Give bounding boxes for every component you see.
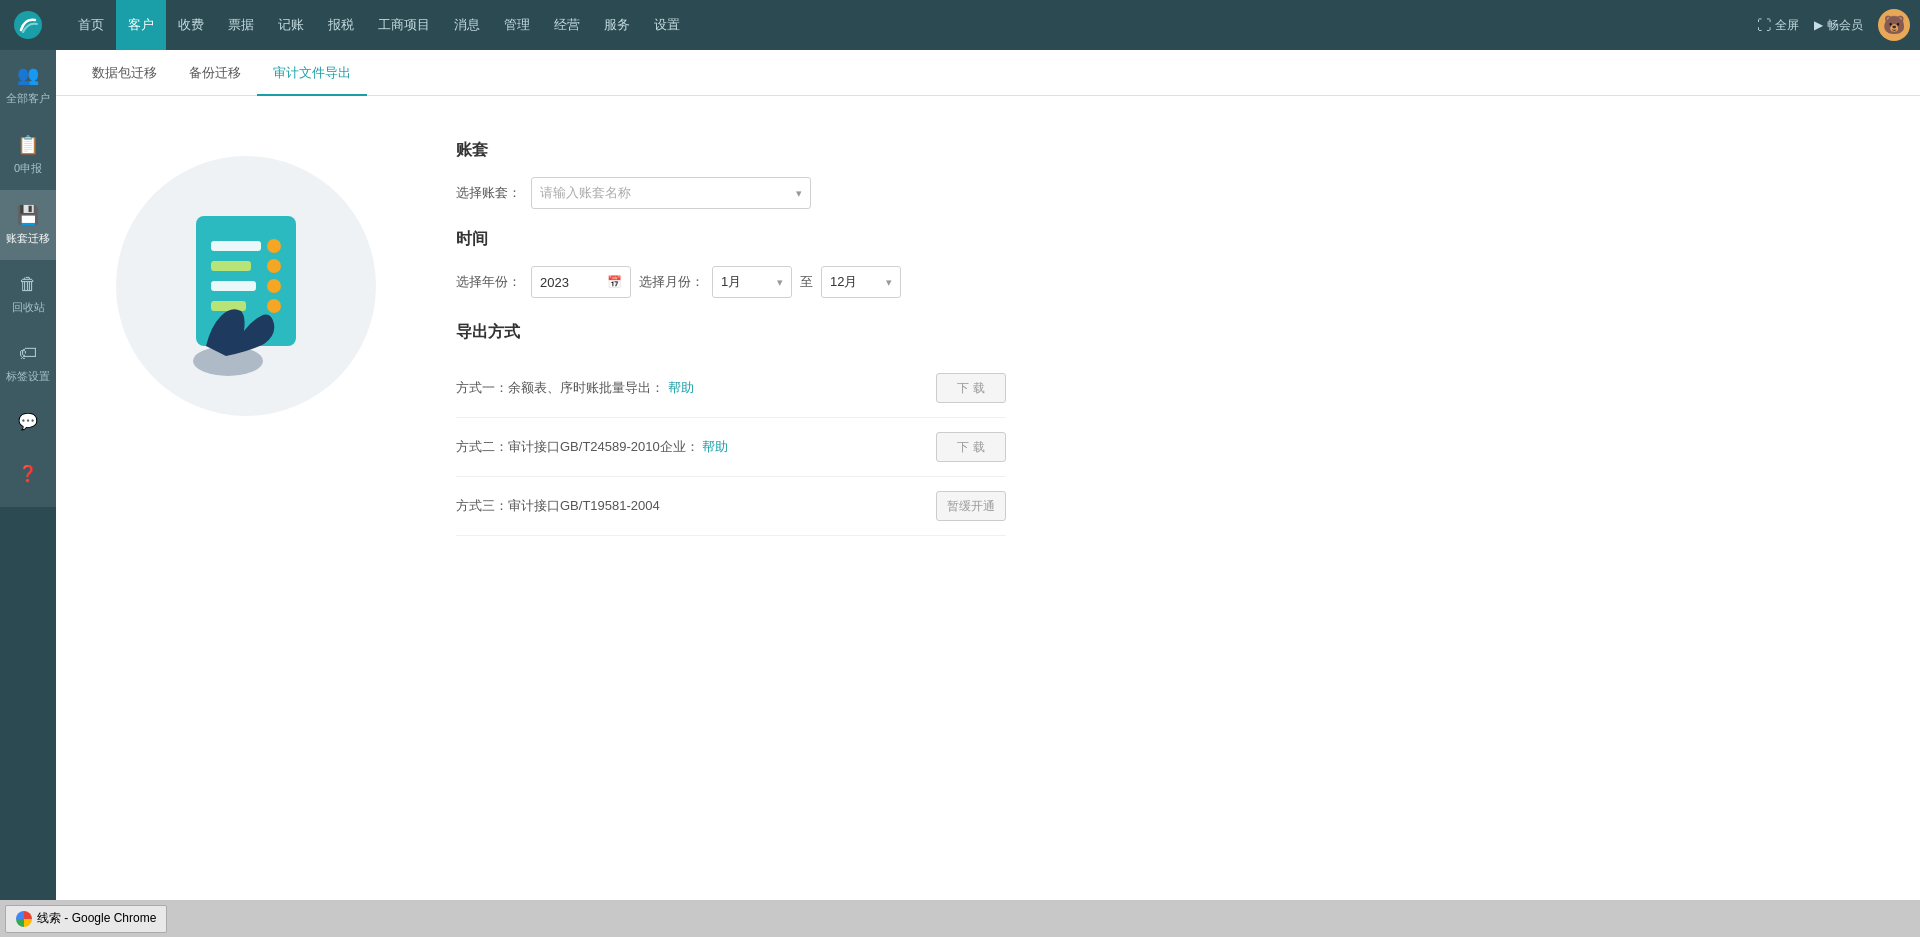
method1-text: 方式一：余额表、序时账批量导出： 帮助 — [456, 379, 926, 397]
form-section: 账套 选择账套： 请输入账套名称 ▾ 时间 选择年份： — [456, 136, 1006, 536]
tag-icon: 🏷 — [19, 343, 37, 364]
nav-manage[interactable]: 管理 — [492, 0, 542, 50]
method3-soon-button: 暂缓开通 — [936, 491, 1006, 521]
calendar-icon: 📅 — [607, 275, 622, 289]
nav-invoice[interactable]: 票据 — [216, 0, 266, 50]
month-start-value: 1月 — [721, 273, 741, 291]
tabs-bar: 数据包迁移 备份迁移 审计文件导出 — [56, 50, 1920, 96]
nav-business[interactable]: 工商项目 — [366, 0, 442, 50]
sidebar-item-label: 0申报 — [14, 161, 42, 176]
account-select[interactable]: 请输入账套名称 ▾ — [531, 177, 811, 209]
export-method-1: 方式一：余额表、序时账批量导出： 帮助 下 载 — [456, 359, 1006, 418]
all-clients-icon: 👥 — [17, 64, 39, 86]
year-label: 选择年份： — [456, 273, 521, 291]
fullscreen-icon: ⛶ — [1757, 17, 1771, 33]
month-label: 选择月份： — [639, 273, 704, 291]
nav-accounting[interactable]: 记账 — [266, 0, 316, 50]
account-section-title: 账套 — [456, 140, 1006, 161]
method2-text: 方式二：审计接口GB/T24589-2010企业： 帮助 — [456, 438, 926, 456]
svg-rect-4 — [211, 281, 256, 291]
main-container: 首页 客户 收费 票据 记账 报税 工商项目 消息 管理 经营 服务 设置 ⛶ … — [56, 0, 1920, 937]
month-end-value: 12月 — [830, 273, 857, 291]
sidebar-item-label: 账套迁移 — [6, 231, 50, 246]
user-avatar[interactable]: 🐻 — [1878, 9, 1910, 41]
content-area: 数据包迁移 备份迁移 审计文件导出 — [56, 50, 1920, 937]
sidebar: 👥 全部客户 📋 0申报 💾 账套迁移 🗑 回收站 🏷 标签设置 💬 ❓ — [0, 0, 56, 937]
page-content: 数据包迁移 备份迁移 审计文件导出 — [56, 50, 1920, 937]
nav-tax[interactable]: 报税 — [316, 0, 366, 50]
month-end-chevron-icon: ▾ — [886, 276, 892, 289]
fullscreen-btn[interactable]: ⛶ 全屏 — [1757, 17, 1799, 34]
help-icon: ❓ — [18, 464, 38, 483]
nav-settings[interactable]: 设置 — [642, 0, 692, 50]
tab-data-migrate[interactable]: 数据包迁移 — [76, 50, 173, 96]
export-method-3: 方式三：审计接口GB/T19581-2004 暂缓开通 — [456, 477, 1006, 536]
taskbar: 线索 - Google Chrome — [0, 900, 1920, 937]
method1-help-link[interactable]: 帮助 — [668, 380, 694, 395]
account-row: 选择账套： 请输入账套名称 ▾ — [456, 177, 1006, 209]
year-input[interactable]: 2023 📅 — [531, 266, 631, 298]
svg-point-9 — [267, 299, 281, 313]
illustration — [116, 156, 376, 416]
year-value: 2023 — [540, 275, 569, 290]
chrome-icon — [16, 911, 32, 927]
account-chevron-icon: ▾ — [796, 187, 802, 200]
month-start-chevron-icon: ▾ — [777, 276, 783, 289]
play-icon: ▶ — [1814, 18, 1823, 32]
sidebar-item-label: 标签设置 — [6, 369, 50, 384]
time-inputs: 2023 📅 选择月份： 1月 ▾ 至 12月 ▾ — [531, 266, 901, 298]
month-start-select[interactable]: 1月 ▾ — [712, 266, 792, 298]
export-section-title: 导出方式 — [456, 322, 1006, 343]
svg-rect-5 — [211, 301, 246, 311]
chrome-label: 线索 - Google Chrome — [37, 910, 156, 927]
time-section-title: 时间 — [456, 229, 1006, 250]
recycle-icon: 🗑 — [19, 274, 37, 295]
method2-help-link[interactable]: 帮助 — [702, 439, 728, 454]
nav-clients[interactable]: 客户 — [116, 0, 166, 50]
svg-rect-2 — [211, 241, 261, 251]
nav-billing[interactable]: 收费 — [166, 0, 216, 50]
export-method-2: 方式二：审计接口GB/T24589-2010企业： 帮助 下 载 — [456, 418, 1006, 477]
nav-service[interactable]: 服务 — [592, 0, 642, 50]
account-label: 选择账套： — [456, 184, 521, 202]
sidebar-item-label: 全部客户 — [6, 91, 50, 106]
method2-download-button[interactable]: 下 载 — [936, 432, 1006, 462]
nav-message[interactable]: 消息 — [442, 0, 492, 50]
form-area: 账套 选择账套： 请输入账套名称 ▾ 时间 选择年份： — [56, 96, 1920, 937]
declare-icon: 📋 — [17, 134, 39, 156]
nav-right: ⛶ 全屏 ▶ 畅会员 🐻 — [1757, 9, 1910, 41]
nav-home[interactable]: 首页 — [66, 0, 116, 50]
sidebar-logo[interactable] — [0, 0, 56, 50]
nav-operation[interactable]: 经营 — [542, 0, 592, 50]
method3-text: 方式三：审计接口GB/T19581-2004 — [456, 497, 926, 515]
chrome-taskbar-btn[interactable]: 线索 - Google Chrome — [5, 905, 167, 933]
account-placeholder: 请输入账套名称 — [540, 184, 631, 202]
time-row: 选择年份： 2023 📅 选择月份： 1月 ▾ 至 — [456, 266, 1006, 298]
svg-point-8 — [267, 279, 281, 293]
member-btn[interactable]: ▶ 畅会员 — [1814, 17, 1863, 34]
sidebar-item-label: 回收站 — [12, 300, 45, 315]
svg-rect-3 — [211, 261, 251, 271]
message-icon: 💬 — [18, 412, 38, 431]
migrate-icon: 💾 — [17, 204, 39, 226]
svg-point-6 — [267, 239, 281, 253]
top-nav: 首页 客户 收费 票据 记账 报税 工商项目 消息 管理 经营 服务 设置 ⛶ … — [56, 0, 1920, 50]
svg-point-7 — [267, 259, 281, 273]
tab-backup-migrate[interactable]: 备份迁移 — [173, 50, 257, 96]
time-separator: 至 — [800, 273, 813, 291]
method1-download-button[interactable]: 下 载 — [936, 373, 1006, 403]
tab-audit-export[interactable]: 审计文件导出 — [257, 50, 367, 96]
month-end-select[interactable]: 12月 ▾ — [821, 266, 901, 298]
